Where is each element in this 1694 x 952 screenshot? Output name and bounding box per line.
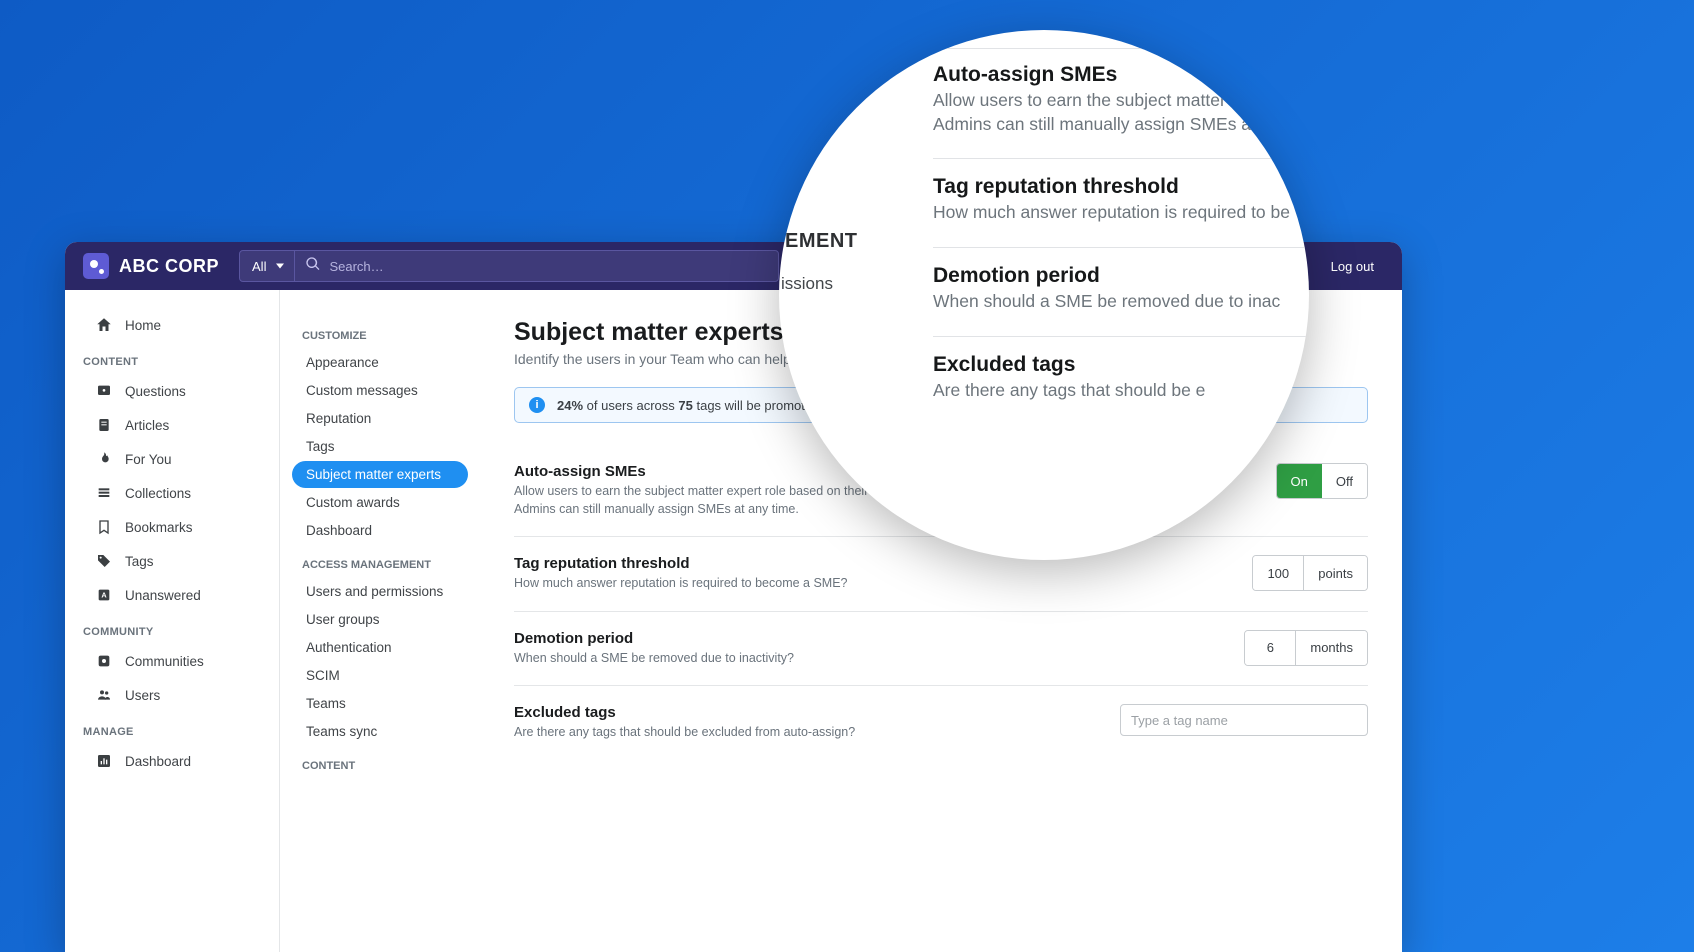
letter-icon: A	[95, 586, 113, 604]
chart-icon	[95, 752, 113, 770]
search-icon	[305, 256, 321, 277]
demotion-input[interactable]	[1245, 631, 1295, 665]
settings-nav: CUSTOMIZE Appearance Custom messages Rep…	[280, 290, 480, 952]
threshold-input[interactable]	[1253, 556, 1303, 590]
nav-users[interactable]: Users	[65, 678, 279, 712]
nav-communities[interactable]: Communities	[65, 644, 279, 678]
settings-reputation[interactable]: Reputation	[292, 405, 468, 432]
lens-row-2-title: Demotion period	[933, 264, 1309, 288]
settings-group-customize: CUSTOMIZE	[292, 316, 468, 348]
demotion-unit: months	[1295, 631, 1367, 665]
communities-icon	[95, 652, 113, 670]
nav-home[interactable]: Home	[65, 308, 279, 342]
nav-section-manage: MANAGE	[65, 712, 279, 744]
demotion-input-group: months	[1244, 630, 1368, 666]
lens-row-0-desc2: Admins can still manually assign SMEs a	[933, 113, 1309, 137]
search-input[interactable]	[329, 259, 768, 274]
nav-section-community: COMMUNITY	[65, 612, 279, 644]
brand-name: ABC CORP	[119, 256, 219, 277]
threshold-input-group: points	[1252, 555, 1368, 591]
settings-dashboard[interactable]: Dashboard	[292, 517, 468, 544]
nav-questions[interactable]: Questions	[65, 374, 279, 408]
setting-demotion-title: Demotion period	[514, 630, 1074, 647]
lens-row-0-desc1: Allow users to earn the subject matter	[933, 89, 1309, 113]
doc-icon	[95, 416, 113, 434]
search-group: All	[239, 250, 779, 282]
lens-row-1-title: Tag reputation threshold	[933, 175, 1309, 199]
setting-threshold-desc: How much answer reputation is required t…	[514, 575, 1074, 593]
settings-users-perms[interactable]: Users and permissions	[292, 578, 468, 605]
settings-teams-sync[interactable]: Teams sync	[292, 718, 468, 745]
settings-scim[interactable]: SCIM	[292, 662, 468, 689]
settings-tags[interactable]: Tags	[292, 433, 468, 460]
nav-section-content: CONTENT	[65, 342, 279, 374]
logout-link[interactable]: Log out	[1331, 259, 1374, 274]
nav-unanswered[interactable]: AUnanswered	[65, 578, 279, 612]
settings-group-access: ACCESS MANAGEMENT	[292, 545, 468, 577]
toggle-off[interactable]: Off	[1322, 464, 1367, 498]
bookmark-icon	[95, 518, 113, 536]
search-input-wrap	[295, 256, 778, 277]
brand-logo-icon	[83, 253, 109, 279]
info-icon: i	[529, 397, 545, 413]
lens-row-0-title: Auto-assign SMEs	[933, 63, 1309, 87]
settings-group-content: CONTENT	[292, 746, 468, 778]
tag-icon	[95, 552, 113, 570]
primary-nav: Home CONTENT Questions Articles For You …	[65, 290, 280, 952]
svg-text:A: A	[101, 591, 107, 600]
lens-row-2-desc: When should a SME be removed due to inac	[933, 290, 1309, 314]
excluded-tag-input[interactable]	[1120, 704, 1368, 736]
settings-teams[interactable]: Teams	[292, 690, 468, 717]
nav-dashboard[interactable]: Dashboard	[65, 744, 279, 778]
home-icon	[95, 316, 113, 334]
setting-excluded: Excluded tags Are there any tags that sh…	[514, 686, 1368, 760]
nav-for-you[interactable]: For You	[65, 442, 279, 476]
setting-excluded-desc: Are there any tags that should be exclud…	[514, 724, 1074, 742]
settings-sme[interactable]: Subject matter experts	[292, 461, 468, 488]
users-icon	[95, 686, 113, 704]
settings-appearance[interactable]: Appearance	[292, 349, 468, 376]
settings-custom-messages[interactable]: Custom messages	[292, 377, 468, 404]
zoom-lens: EMENT issions Auto-assign SMEs Allow use…	[779, 30, 1309, 560]
lens-row-3-title: Excluded tags	[933, 353, 1309, 377]
settings-auth[interactable]: Authentication	[292, 634, 468, 661]
settings-custom-awards[interactable]: Custom awards	[292, 489, 468, 516]
threshold-unit: points	[1303, 556, 1367, 590]
lens-row-3-desc: Are there any tags that should be e	[933, 379, 1309, 403]
nav-articles[interactable]: Articles	[65, 408, 279, 442]
nav-tags[interactable]: Tags	[65, 544, 279, 578]
settings-user-groups[interactable]: User groups	[292, 606, 468, 633]
chat-icon	[95, 382, 113, 400]
setting-demotion: Demotion period When should a SME be rem…	[514, 612, 1368, 687]
search-filter-select[interactable]: All	[240, 251, 295, 281]
setting-excluded-title: Excluded tags	[514, 704, 1074, 721]
setting-demotion-desc: When should a SME be removed due to inac…	[514, 650, 1074, 668]
nav-bookmarks[interactable]: Bookmarks	[65, 510, 279, 544]
lens-row-1-desc: How much answer reputation is required t…	[933, 201, 1309, 225]
fire-icon	[95, 450, 113, 468]
brand: ABC CORP	[83, 253, 219, 279]
nav-collections[interactable]: Collections	[65, 476, 279, 510]
stack-icon	[95, 484, 113, 502]
